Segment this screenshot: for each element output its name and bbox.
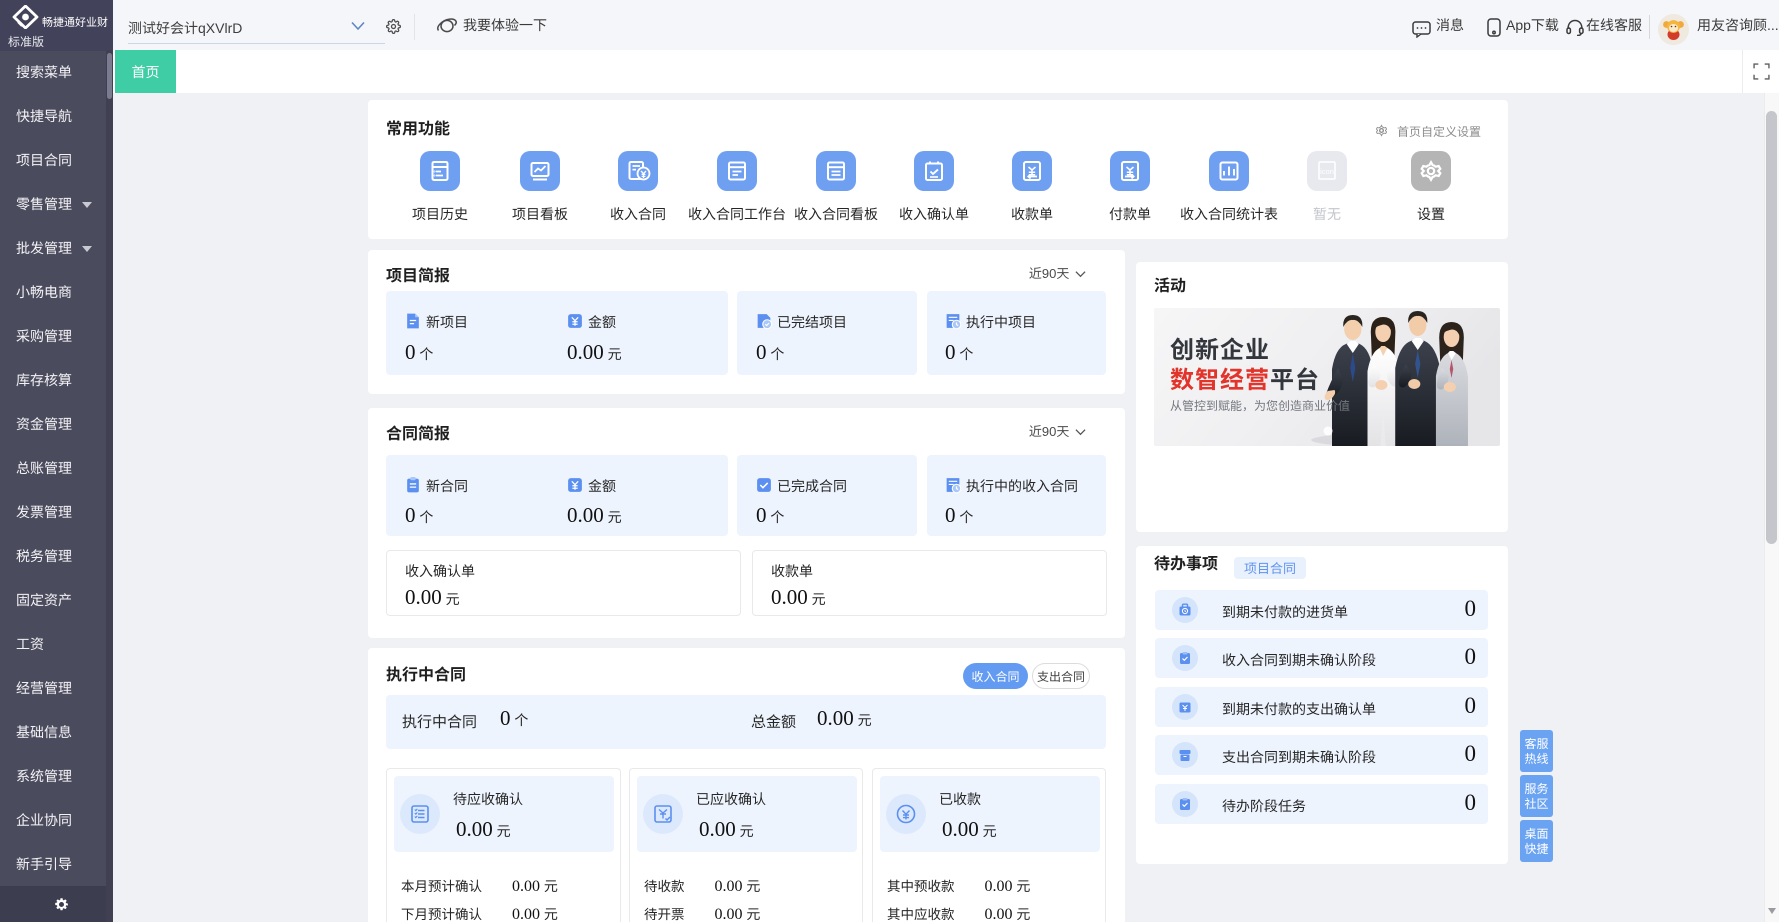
svg-text:icon: icon	[1320, 167, 1334, 176]
